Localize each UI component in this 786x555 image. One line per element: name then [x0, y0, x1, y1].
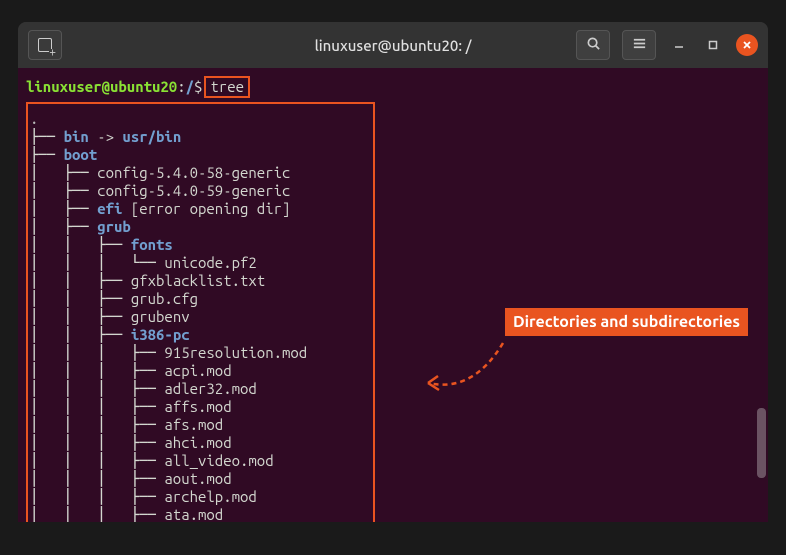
- prompt-user-host: linuxuser@ubuntu20: [26, 78, 177, 95]
- search-button[interactable]: [576, 30, 610, 60]
- tree-line: │ │ │ └── unicode.pf2: [30, 254, 373, 272]
- tree-output: ├── bin -> usr/bin├── boot│ ├── config-5…: [30, 128, 373, 522]
- tree-line: │ │ ├── grub.cfg: [30, 290, 373, 308]
- tree-line: │ │ │ ├── all_video.mod: [30, 452, 373, 470]
- tree-line: │ │ │ ├── afs.mod: [30, 416, 373, 434]
- tree-line: ├── boot: [30, 146, 373, 164]
- scrollbar-thumb[interactable]: [757, 408, 766, 478]
- tree-line: │ ├── config-5.4.0-59-generic: [30, 182, 373, 200]
- tree-line: │ ├── grub: [30, 218, 373, 236]
- tree-line: │ │ ├── i386-pc: [30, 326, 373, 344]
- tree-line: │ │ │ ├── ata.mod: [30, 506, 373, 522]
- prompt-path: /: [186, 78, 194, 95]
- tree-line: ├── bin -> usr/bin: [30, 128, 373, 146]
- tree-root: .: [30, 110, 38, 127]
- maximize-icon: [708, 40, 718, 50]
- hamburger-icon: [632, 36, 647, 55]
- maximize-button[interactable]: [702, 34, 724, 56]
- window-controls: [576, 30, 758, 60]
- titlebar: linuxuser@ubuntu20: /: [18, 22, 768, 68]
- prompt-dollar: $: [194, 78, 202, 95]
- tree-line: │ │ ├── fonts: [30, 236, 373, 254]
- minimize-button[interactable]: [668, 34, 690, 56]
- command-text: tree: [210, 78, 244, 95]
- prompt-colon: :: [177, 78, 185, 95]
- window-title: linuxuser@ubuntu20: /: [315, 37, 472, 54]
- output-highlight-box: . ├── bin -> usr/bin├── boot│ ├── config…: [26, 102, 375, 522]
- terminal-window: linuxuser@ubuntu20: / li: [18, 22, 768, 522]
- tree-line: │ ├── config-5.4.0-58-generic: [30, 164, 373, 182]
- tree-line: │ │ │ ├── affs.mod: [30, 398, 373, 416]
- new-tab-icon: [38, 38, 52, 52]
- terminal-body[interactable]: linuxuser@ubuntu20:/$ tree . ├── bin -> u…: [18, 68, 768, 522]
- tree-line: │ │ │ ├── acpi.mod: [30, 362, 373, 380]
- annotation-arrow-icon: [418, 338, 508, 408]
- command-highlight-box: tree: [204, 76, 250, 98]
- tree-line: │ │ │ ├── adler32.mod: [30, 380, 373, 398]
- tree-line: │ │ ├── grubenv: [30, 308, 373, 326]
- close-icon: [742, 40, 752, 50]
- tree-line: │ │ │ ├── aout.mod: [30, 470, 373, 488]
- new-tab-button[interactable]: [28, 30, 62, 60]
- search-icon: [586, 36, 601, 55]
- tree-line: │ │ │ ├── archelp.mod: [30, 488, 373, 506]
- tree-line: │ │ │ ├── 915resolution.mod: [30, 344, 373, 362]
- close-button[interactable]: [736, 34, 758, 56]
- menu-button[interactable]: [622, 30, 656, 60]
- tree-line: │ │ ├── gfxblacklist.txt: [30, 272, 373, 290]
- tree-line: │ ├── efi [error opening dir]: [30, 200, 373, 218]
- annotation-label: Directories and subdirectories: [505, 308, 748, 336]
- tree-line: │ │ │ ├── ahci.mod: [30, 434, 373, 452]
- prompt-line: linuxuser@ubuntu20:/$ tree: [26, 76, 768, 98]
- minimize-icon: [674, 40, 684, 50]
